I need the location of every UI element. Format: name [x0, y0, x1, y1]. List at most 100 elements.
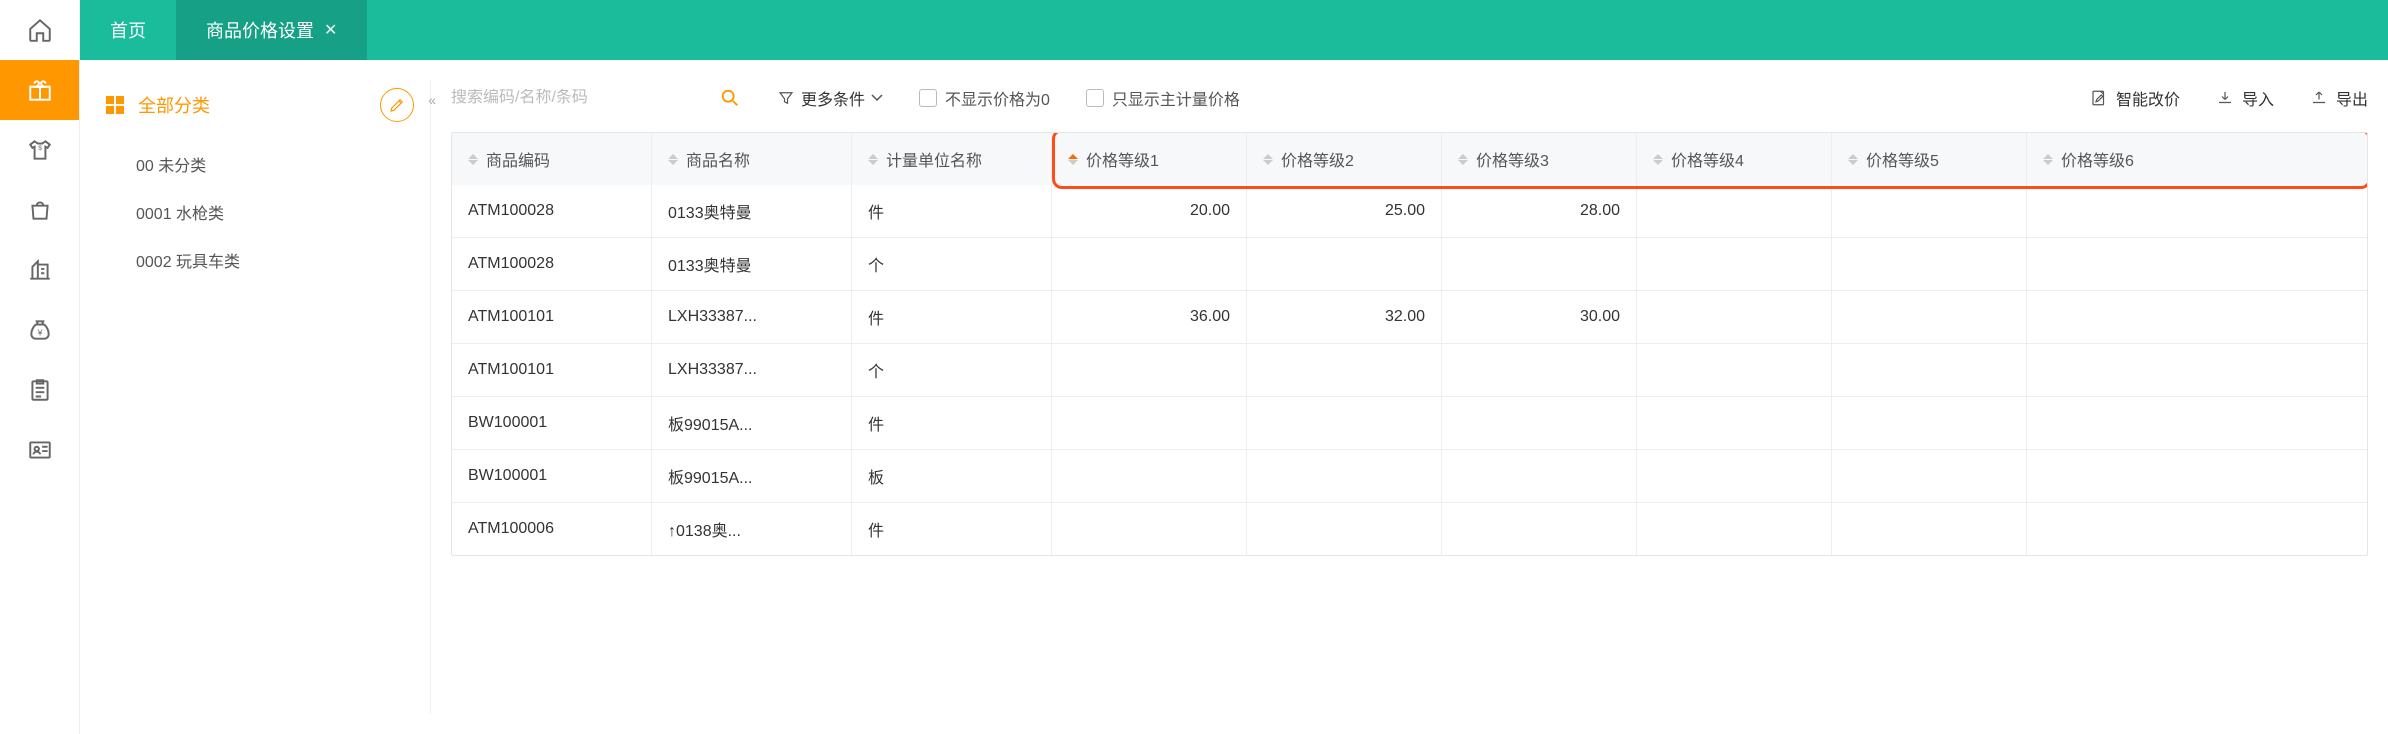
- cell-p1[interactable]: [1052, 450, 1247, 502]
- table-row[interactable]: BW100001板99015A...件: [452, 396, 2367, 449]
- cell-p1[interactable]: [1052, 397, 1247, 449]
- nav-building[interactable]: [0, 240, 79, 300]
- close-icon[interactable]: ✕: [324, 20, 337, 40]
- cell-unit: 个: [852, 344, 1052, 396]
- cell-p3[interactable]: [1442, 503, 1637, 555]
- cell-p4[interactable]: [1637, 397, 1832, 449]
- search-icon[interactable]: [719, 87, 741, 109]
- table-row[interactable]: ATM1000280133奥特曼件20.0025.0028.00: [452, 185, 2367, 237]
- column-label: 价格等级4: [1671, 147, 1744, 171]
- nav-contact[interactable]: [0, 420, 79, 480]
- svg-text:¥: ¥: [36, 327, 42, 337]
- id-card-icon: [27, 437, 53, 463]
- only-main-unit-checkbox[interactable]: 只显示主计量价格: [1086, 86, 1240, 110]
- nav-bag[interactable]: [0, 180, 79, 240]
- cell-p1[interactable]: [1052, 344, 1247, 396]
- cell-unit: 件: [852, 291, 1052, 343]
- category-item[interactable]: 0002 玩具车类: [136, 236, 420, 284]
- column-header-p4[interactable]: 价格等级4: [1637, 133, 1832, 185]
- cell-p2[interactable]: [1247, 503, 1442, 555]
- table-row[interactable]: BW100001板99015A...板: [452, 449, 2367, 502]
- edit-categories-button[interactable]: [380, 88, 414, 122]
- nav-clipboard[interactable]: [0, 360, 79, 420]
- clipboard-icon: [27, 377, 53, 403]
- column-header-unit[interactable]: 计量单位名称: [852, 133, 1052, 185]
- cell-p2[interactable]: 32.00: [1247, 291, 1442, 343]
- money-bag-icon: ¥: [27, 317, 53, 343]
- cell-p6[interactable]: [2027, 238, 2222, 290]
- edit-doc-icon: [2090, 89, 2108, 107]
- cell-p1[interactable]: [1052, 503, 1247, 555]
- import-button[interactable]: 导入: [2216, 86, 2274, 110]
- cell-p2[interactable]: [1247, 238, 1442, 290]
- column-header-p5[interactable]: 价格等级5: [1832, 133, 2027, 185]
- column-header-name[interactable]: 商品名称: [652, 133, 852, 185]
- more-conditions-button[interactable]: 更多条件: [777, 86, 883, 110]
- cell-p2[interactable]: [1247, 397, 1442, 449]
- column-header-p1[interactable]: 价格等级1: [1052, 133, 1247, 185]
- table-row[interactable]: ATM100006↑0138奥...件: [452, 502, 2367, 555]
- cell-p4[interactable]: [1637, 238, 1832, 290]
- column-header-p3[interactable]: 价格等级3: [1442, 133, 1637, 185]
- cell-p5[interactable]: [1832, 397, 2027, 449]
- cell-p5[interactable]: [1832, 450, 2027, 502]
- cell-p6[interactable]: [2027, 503, 2222, 555]
- cell-p3[interactable]: [1442, 238, 1637, 290]
- cell-p6[interactable]: [2027, 344, 2222, 396]
- search-wrap: [451, 87, 741, 109]
- nav-products[interactable]: [0, 60, 79, 120]
- cell-p4[interactable]: [1637, 450, 1832, 502]
- column-header-p6[interactable]: 价格等级6: [2027, 133, 2222, 185]
- cell-p6[interactable]: [2027, 291, 2222, 343]
- cell-p3[interactable]: [1442, 450, 1637, 502]
- cell-p5[interactable]: [1832, 238, 2027, 290]
- collapse-panel-button[interactable]: «: [428, 92, 436, 108]
- cell-p6[interactable]: [2027, 185, 2222, 237]
- smart-reprice-button[interactable]: 智能改价: [2090, 86, 2180, 110]
- cell-p5[interactable]: [1832, 291, 2027, 343]
- cell-p4[interactable]: [1637, 503, 1832, 555]
- cell-p3[interactable]: [1442, 397, 1637, 449]
- cell-p2[interactable]: [1247, 344, 1442, 396]
- cell-p6[interactable]: [2027, 450, 2222, 502]
- cell-p4[interactable]: [1637, 185, 1832, 237]
- cell-p1[interactable]: 20.00: [1052, 185, 1247, 237]
- column-header-p2[interactable]: 价格等级2: [1247, 133, 1442, 185]
- category-item[interactable]: 0001 水枪类: [136, 188, 420, 236]
- column-header-code[interactable]: 商品编码: [452, 133, 652, 185]
- cell-p3[interactable]: [1442, 344, 1637, 396]
- nav-money[interactable]: ¥: [0, 300, 79, 360]
- category-header[interactable]: 全部分类: [100, 80, 420, 140]
- cell-p2[interactable]: 25.00: [1247, 185, 1442, 237]
- cell-p5[interactable]: [1832, 185, 2027, 237]
- cell-p4[interactable]: [1637, 344, 1832, 396]
- hide-zero-price-checkbox[interactable]: 不显示价格为0: [919, 86, 1050, 110]
- cell-p1[interactable]: [1052, 238, 1247, 290]
- nav-shirt[interactable]: $: [0, 120, 79, 180]
- cell-p1[interactable]: 36.00: [1052, 291, 1247, 343]
- cell-name: LXH33387...: [652, 291, 852, 343]
- cell-p3[interactable]: 28.00: [1442, 185, 1637, 237]
- tab-price-settings[interactable]: 商品价格设置 ✕: [176, 0, 367, 60]
- cell-p2[interactable]: [1247, 450, 1442, 502]
- cell-p5[interactable]: [1832, 503, 2027, 555]
- sort-icon: [668, 154, 678, 165]
- nav-home[interactable]: [0, 0, 79, 60]
- export-button[interactable]: 导出: [2310, 86, 2368, 110]
- table-row[interactable]: ATM100101LXH33387...件36.0032.0030.00: [452, 290, 2367, 343]
- table-row[interactable]: ATM1000280133奥特曼个: [452, 237, 2367, 290]
- cell-p5[interactable]: [1832, 344, 2027, 396]
- tab-label: 首页: [110, 17, 146, 43]
- import-icon: [2216, 89, 2234, 107]
- category-item[interactable]: 00 未分类: [136, 140, 420, 188]
- cell-p4[interactable]: [1637, 291, 1832, 343]
- cell-p3[interactable]: 30.00: [1442, 291, 1637, 343]
- table-row[interactable]: ATM100101LXH33387...个: [452, 343, 2367, 396]
- search-input[interactable]: [451, 89, 705, 107]
- category-title: 全部分类: [138, 92, 210, 118]
- tab-home[interactable]: 首页: [80, 0, 176, 60]
- cell-p6[interactable]: [2027, 397, 2222, 449]
- cell-name: 0133奥特曼: [652, 238, 852, 290]
- tool-label: 导出: [2336, 86, 2368, 110]
- category-list: 00 未分类0001 水枪类0002 玩具车类: [100, 140, 420, 284]
